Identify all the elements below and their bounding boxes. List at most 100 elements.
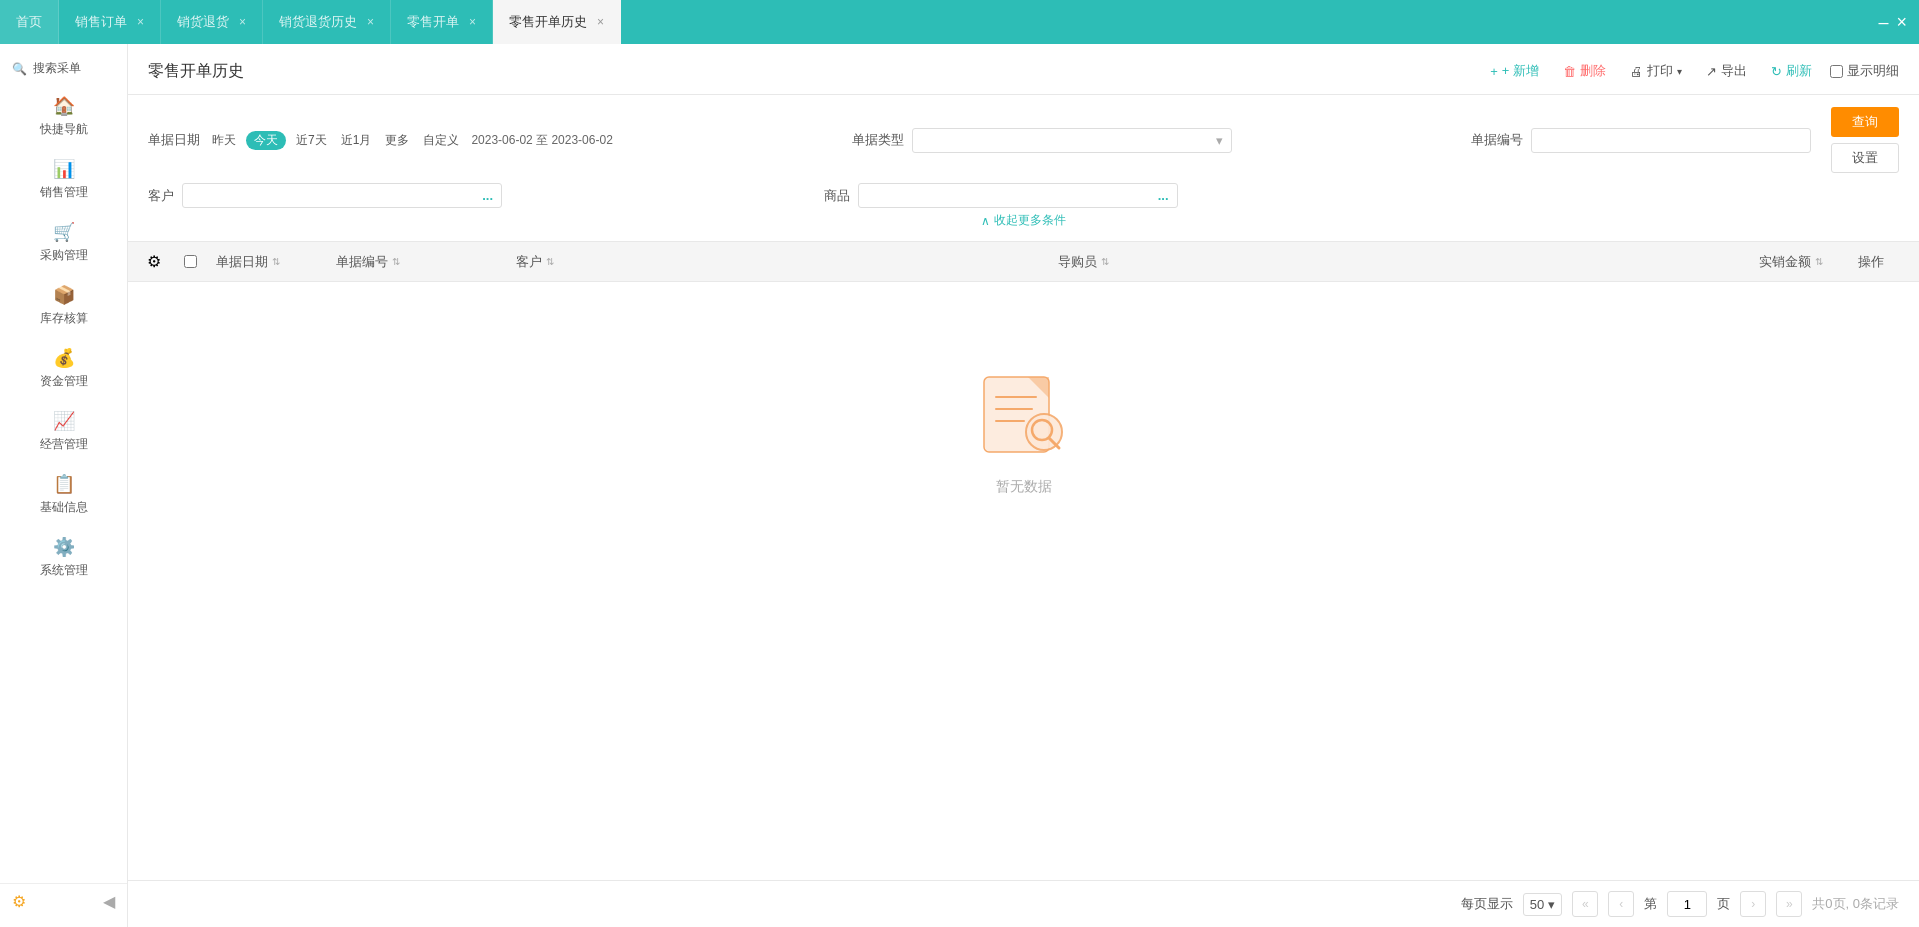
column-header-date[interactable]: 单据日期 ⇅ [208, 253, 328, 271]
tab-close-sales-return-history[interactable]: × [367, 15, 374, 29]
table-area: ⚙ 单据日期 ⇅ 单据编号 ⇅ 客户 ⇅ 导购员 ⇅ [128, 242, 1919, 880]
tab-close-sales-return[interactable]: × [239, 15, 246, 29]
collapse-up-icon: ∧ [981, 214, 990, 228]
total-info: 共0页, 0条记录 [1812, 895, 1899, 913]
goods-filter: 商品 ... [824, 183, 1178, 208]
sidebar-item-quick-nav[interactable]: 🏠 快捷导航 [0, 85, 127, 148]
select-all-checkbox[interactable] [184, 255, 197, 268]
collapse-more-btn[interactable]: ∧ 收起更多条件 [148, 212, 1899, 229]
type-filter: 单据类型 ▾ [852, 128, 1232, 153]
refresh-icon: ↻ [1771, 64, 1782, 79]
date-shortcuts: 昨天 今天 近7天 近1月 更多 自定义 [208, 131, 463, 150]
sidebar-item-sales[interactable]: 📊 销售管理 [0, 148, 127, 211]
shortcut-custom[interactable]: 自定义 [419, 131, 463, 150]
close-icon[interactable]: × [1896, 12, 1907, 33]
tab-retail-order[interactable]: 零售开单 × [391, 0, 493, 44]
column-header-customer[interactable]: 客户 ⇅ [508, 253, 1050, 271]
page-number-input[interactable] [1667, 891, 1707, 917]
first-page-button[interactable]: « [1572, 891, 1598, 917]
sidebar-item-system[interactable]: ⚙️ 系统管理 [0, 526, 127, 589]
sort-guide-icon: ⇅ [1101, 256, 1109, 267]
minimize-icon[interactable]: – [1878, 12, 1888, 33]
shortcut-7days[interactable]: 近7天 [292, 131, 331, 150]
sidebar-search[interactable]: 🔍 搜索采单 [0, 52, 127, 85]
next-page-button[interactable]: › [1740, 891, 1766, 917]
print-dropdown-icon: ▾ [1677, 66, 1682, 77]
sort-date-icon: ⇅ [272, 256, 280, 267]
column-header-guide[interactable]: 导购员 ⇅ [1050, 253, 1170, 271]
delete-button[interactable]: 🗑 删除 [1557, 58, 1612, 84]
tab-sales-return-history[interactable]: 销货退货历史 × [263, 0, 391, 44]
column-header-number[interactable]: 单据编号 ⇅ [328, 253, 508, 271]
filter-action-buttons: 查询 设置 [1831, 107, 1899, 173]
tab-close-retail-order[interactable]: × [469, 15, 476, 29]
sidebar-item-finance[interactable]: 💰 资金管理 [0, 337, 127, 400]
number-filter: 单据编号 [1471, 128, 1811, 153]
type-dropdown-icon: ▾ [1216, 133, 1223, 148]
tab-sales-return[interactable]: 销货退货 × [161, 0, 263, 44]
delete-icon: 🗑 [1563, 64, 1576, 79]
export-icon: ↗ [1706, 64, 1717, 79]
home-icon: 🏠 [53, 95, 75, 117]
tab-close-sales-order[interactable]: × [137, 15, 144, 29]
page-title: 零售开单历史 [148, 61, 244, 82]
date-range-display: 2023-06-02 至 2023-06-02 [471, 132, 612, 149]
filter-row-2: 客户 ... 商品 ... [148, 183, 1899, 208]
filter-settings-button[interactable]: 设置 [1831, 143, 1899, 173]
refresh-button[interactable]: ↻ 刷新 [1765, 58, 1818, 84]
prev-page-button[interactable]: ‹ [1608, 891, 1634, 917]
date-filter: 单据日期 昨天 今天 近7天 近1月 更多 自定义 2023-06-02 至 2… [148, 131, 613, 150]
filter-area: 单据日期 昨天 今天 近7天 近1月 更多 自定义 2023-06-02 至 2… [128, 95, 1919, 242]
sort-customer-icon: ⇅ [546, 256, 554, 267]
table-settings-icon[interactable]: ⚙ [136, 252, 172, 271]
type-select[interactable]: ▾ [912, 128, 1232, 153]
customer-filter: 客户 ... [148, 183, 502, 208]
tab-home[interactable]: 首页 [0, 0, 59, 44]
display-detail-checkbox[interactable] [1830, 65, 1843, 78]
sales-icon: 📊 [53, 158, 75, 180]
operations-icon: 📈 [53, 410, 75, 432]
empty-state: 暂无数据 [128, 282, 1919, 576]
display-detail-checkbox-container: 显示明细 [1830, 62, 1899, 80]
sidebar-item-purchase[interactable]: 🛒 采购管理 [0, 211, 127, 274]
column-header-action: 操作 [1831, 253, 1911, 271]
table-select-all[interactable] [172, 255, 208, 268]
shortcut-yesterday[interactable]: 昨天 [208, 131, 240, 150]
print-button[interactable]: 🖨 打印 ▾ [1624, 58, 1688, 84]
sidebar: 🔍 搜索采单 🏠 快捷导航 📊 销售管理 🛒 采购管理 📦 库存核算 💰 资金管… [0, 44, 128, 927]
sidebar-item-basic-info[interactable]: 📋 基础信息 [0, 463, 127, 526]
table-header: ⚙ 单据日期 ⇅ 单据编号 ⇅ 客户 ⇅ 导购员 ⇅ [128, 242, 1919, 282]
finance-icon: 💰 [53, 347, 75, 369]
goods-input[interactable]: ... [858, 183, 1178, 208]
export-button[interactable]: ↗ 导出 [1700, 58, 1753, 84]
shortcut-1month[interactable]: 近1月 [337, 131, 376, 150]
purchase-icon: 🛒 [53, 221, 75, 243]
system-icon: ⚙️ [53, 536, 75, 558]
pagination-bar: 每页显示 50 ▾ « ‹ 第 页 › » 共0页, 0条记录 [128, 880, 1919, 927]
filter-row-1: 单据日期 昨天 今天 近7天 近1月 更多 自定义 2023-06-02 至 2… [148, 107, 1899, 173]
print-icon: 🖨 [1630, 64, 1643, 79]
tab-retail-order-history[interactable]: 零售开单历史 × [493, 0, 621, 44]
shortcut-more[interactable]: 更多 [381, 131, 413, 150]
settings-gear-icon[interactable]: ⚙ [12, 892, 26, 911]
sidebar-item-inventory[interactable]: 📦 库存核算 [0, 274, 127, 337]
tab-close-retail-order-history[interactable]: × [597, 15, 604, 29]
last-page-button[interactable]: » [1776, 891, 1802, 917]
query-button[interactable]: 查询 [1831, 107, 1899, 137]
page-size-dropdown-icon: ▾ [1548, 897, 1555, 912]
tab-sales-order[interactable]: 销售订单 × [59, 0, 161, 44]
sort-number-icon: ⇅ [392, 256, 400, 267]
main-content: 零售开单历史 + + 新增 🗑 删除 🖨 打印 ▾ ↗ 导出 [128, 44, 1919, 927]
window-controls: – × [1878, 12, 1907, 33]
empty-illustration [964, 362, 1084, 462]
sidebar-item-operations[interactable]: 📈 经营管理 [0, 400, 127, 463]
add-button[interactable]: + + 新增 [1484, 58, 1545, 84]
collapse-sidebar-icon[interactable]: ◀ [103, 892, 115, 911]
page-size-select[interactable]: 50 ▾ [1523, 893, 1562, 916]
top-tab-bar: 首页 销售订单 × 销货退货 × 销货退货历史 × 零售开单 × 零售开单历史 … [0, 0, 1919, 44]
shortcut-today[interactable]: 今天 [246, 131, 286, 150]
page-header: 零售开单历史 + + 新增 🗑 删除 🖨 打印 ▾ ↗ 导出 [128, 44, 1919, 95]
customer-input[interactable]: ... [182, 183, 502, 208]
column-header-amount[interactable]: 实销金额 ⇅ [1711, 253, 1831, 271]
number-input[interactable] [1531, 128, 1811, 153]
